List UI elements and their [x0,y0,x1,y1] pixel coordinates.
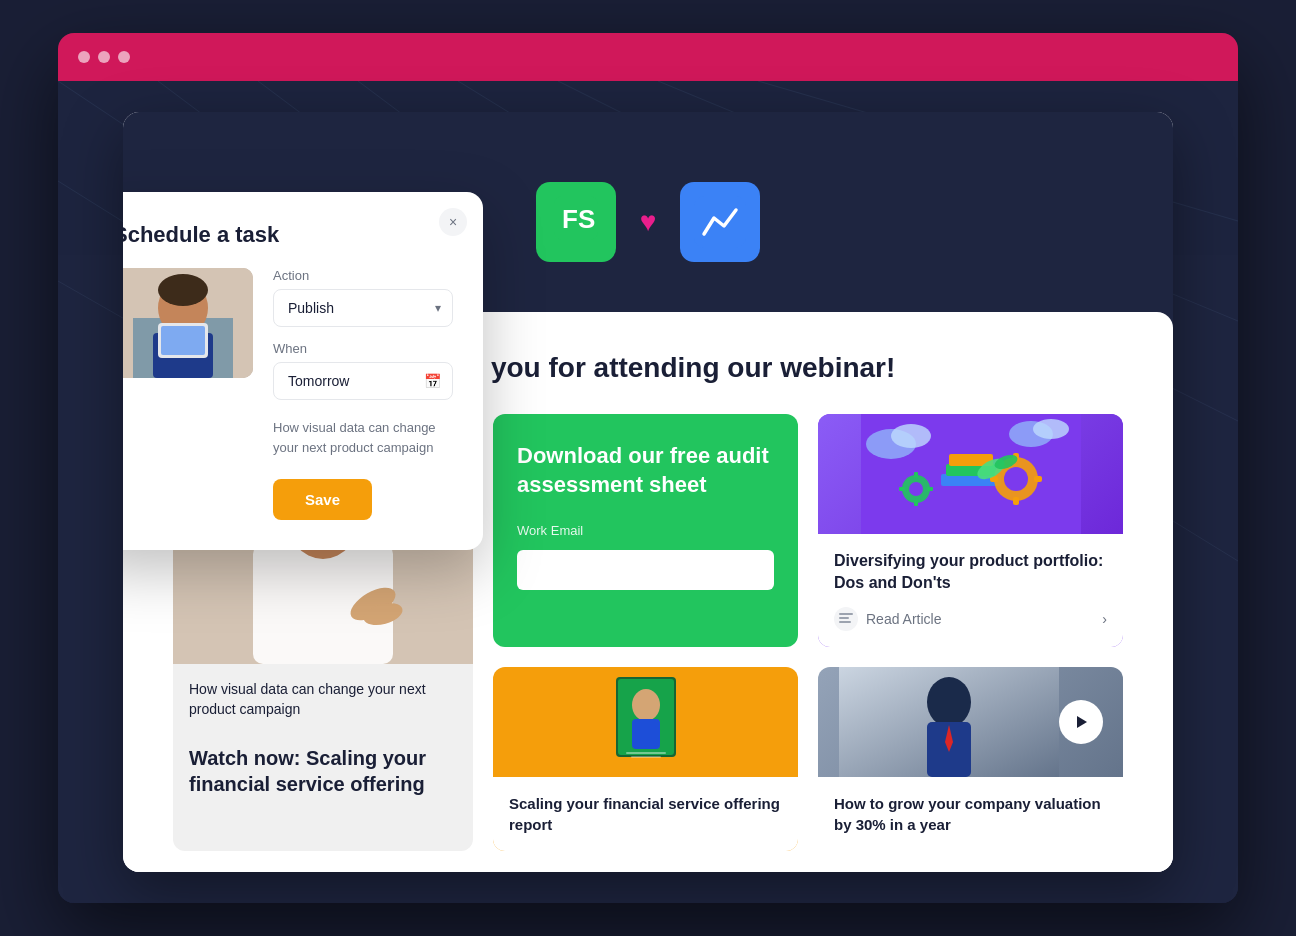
purple-card-image [818,414,1123,534]
action-select[interactable]: Publish Draft Archive [273,289,453,327]
work-email-input[interactable] [517,550,774,590]
left-card-main-title: Watch now: Scaling your financial servic… [173,745,473,813]
left-caption-text: How visual data can change your next pro… [189,681,426,717]
yellow-card-body: Scaling your financial service offering … [493,777,798,851]
svg-text:FS: FS [562,204,595,234]
browser-content: FS ♥ Thank you for attending our webinar… [58,81,1238,903]
purple-article-card: Diversifying your product portfolio: Dos… [818,414,1123,647]
heart-icon: ♥ [640,206,657,238]
logo-analytics [680,182,760,262]
svg-rect-51 [839,621,851,623]
action-label: Action [273,268,453,283]
date-input[interactable] [273,362,453,400]
action-field: Action Publish Draft Archive ▾ [273,268,453,327]
svg-point-29 [1033,419,1069,439]
action-select-wrapper: Publish Draft Archive ▾ [273,289,453,327]
video-title: How to grow your company valuation by 30… [834,793,1107,835]
svg-rect-70 [161,326,205,355]
svg-point-71 [158,274,208,306]
purple-card-body: Diversifying your product portfolio: Dos… [818,534,1123,647]
title-bar [58,33,1238,81]
modal-close-button[interactable]: × [439,208,467,236]
svg-rect-57 [626,752,666,754]
download-card: Download our free audit assessment sheet… [493,414,798,647]
yellow-card-image [493,667,798,777]
svg-point-61 [927,677,971,727]
svg-rect-41 [914,472,918,478]
date-wrapper: 📅 [273,362,453,400]
green-card-title: Download our free audit assessment sheet [517,442,774,499]
read-article-link[interactable]: Read Article › [834,607,1107,631]
read-article-text: Read Article [866,611,941,627]
article-icon [834,607,858,631]
logo-freshservice: FS [536,182,616,262]
dot-2 [98,51,110,63]
inner-browser: FS ♥ Thank you for attending our webinar… [123,112,1173,872]
modal-fields: Action Publish Draft Archive ▾ [273,268,453,520]
video-card-body: How to grow your company valuation by 30… [818,777,1123,851]
when-field: When 📅 [273,341,453,400]
svg-rect-56 [632,719,660,749]
schedule-modal: × Schedule a task [123,192,483,550]
svg-rect-44 [927,487,933,491]
dot-3 [118,51,130,63]
svg-rect-46 [965,460,973,464]
video-card: How to grow your company valuation by 30… [818,667,1123,851]
svg-rect-38 [1034,476,1042,482]
svg-rect-36 [1013,497,1019,505]
yellow-card-title: Scaling your financial service offering … [509,793,782,835]
play-button[interactable] [1059,700,1103,744]
yellow-report-card: Scaling your financial service offering … [493,667,798,851]
modal-title: Schedule a task [123,222,453,248]
svg-rect-43 [899,487,905,491]
purple-card-title: Diversifying your product portfolio: Dos… [834,550,1107,595]
arrow-right-icon: › [1102,611,1107,627]
left-card-caption: How visual data can change your next pro… [173,664,473,735]
svg-rect-42 [914,500,918,506]
save-button[interactable]: Save [273,479,372,520]
logo-fs-text: FS [554,196,598,248]
svg-rect-50 [839,617,849,619]
modal-content: Action Publish Draft Archive ▾ [123,268,453,520]
video-thumbnail [818,667,1123,777]
browser-window: FS ♥ Thank you for attending our webinar… [58,33,1238,903]
modal-thumbnail [123,268,253,378]
when-label: When [273,341,453,356]
modal-caption: How visual data can change your next pro… [273,418,453,457]
svg-point-55 [632,689,660,721]
svg-point-27 [891,424,931,448]
svg-rect-58 [631,756,661,758]
svg-point-34 [1004,467,1028,491]
window-controls [78,51,130,63]
work-email-label: Work Email [517,523,774,538]
svg-rect-49 [839,613,853,615]
svg-point-40 [909,482,923,496]
svg-marker-64 [1077,716,1087,728]
dot-1 [78,51,90,63]
